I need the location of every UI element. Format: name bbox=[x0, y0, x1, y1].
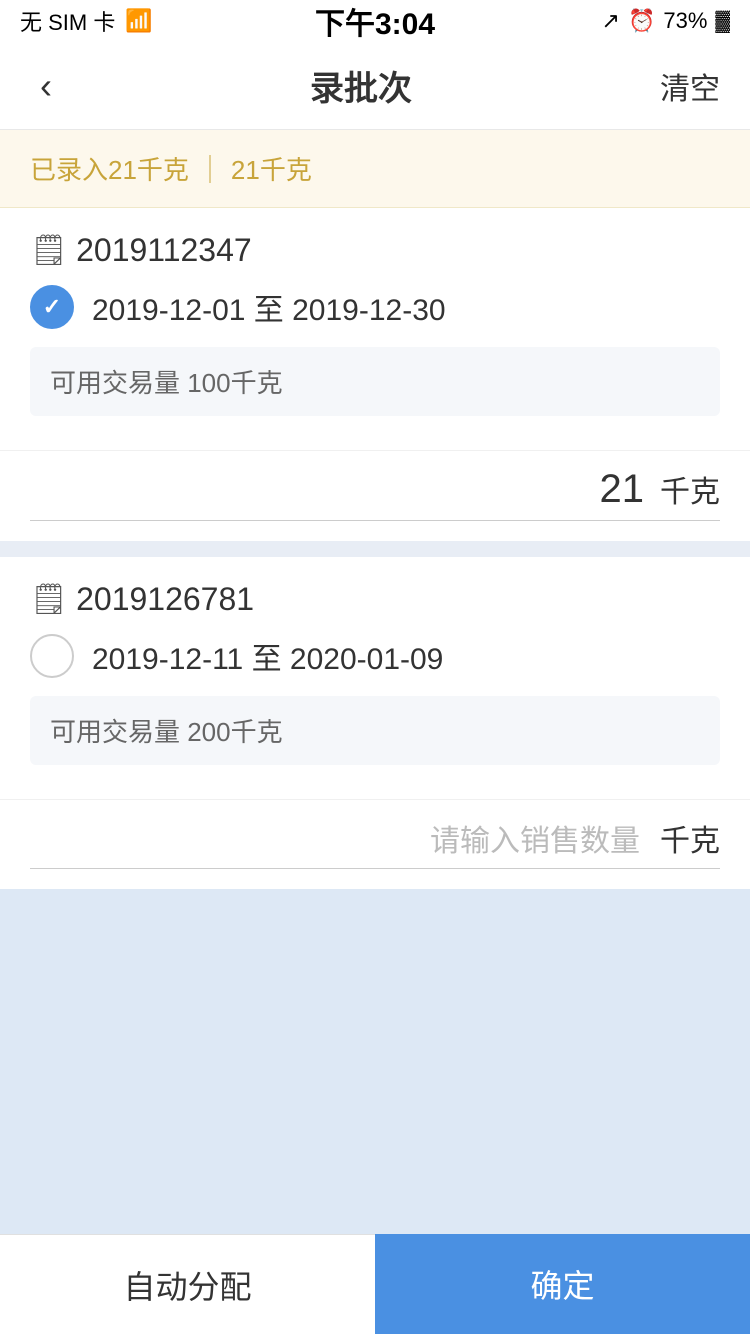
batch-date-text-2: 2019-12-11 至 2020-01-09 bbox=[92, 634, 443, 678]
radio-button-1[interactable]: ✓ bbox=[30, 285, 74, 329]
status-right: ↗ ⏰ 73% ▓ bbox=[602, 8, 730, 34]
no-sim-text: 无 SIM 卡 bbox=[20, 5, 115, 37]
status-left: 无 SIM 卡 📶 bbox=[20, 5, 153, 37]
batch-available-text-1: 可用交易量 100千克 bbox=[50, 368, 283, 398]
doc-icon-1: 🗒 bbox=[30, 233, 68, 268]
batch-card-1: 🗒 2019112347 ✓ 2019-12-01 至 2019-12-30 可… bbox=[0, 208, 750, 541]
battery-percent: 73% bbox=[663, 8, 707, 34]
batch-id-row-1: 🗒 2019112347 bbox=[30, 232, 720, 269]
batch-available-box-2: 可用交易量 200千克 bbox=[30, 696, 720, 765]
batch-card-1-inner: 🗒 2019112347 ✓ 2019-12-01 至 2019-12-30 可… bbox=[0, 208, 750, 446]
nav-bar: ‹ 录批次 清空 bbox=[0, 42, 750, 130]
input-placeholder-2: 请输入销售数量 bbox=[430, 816, 640, 860]
clear-button[interactable]: 清空 bbox=[660, 64, 720, 108]
input-unit-2: 千克 bbox=[660, 816, 720, 860]
status-bar: 无 SIM 卡 📶 下午3:04 ↗ ⏰ 73% ▓ bbox=[0, 0, 750, 42]
page-title: 录批次 bbox=[310, 61, 412, 110]
check-icon-1: ✓ bbox=[43, 294, 61, 320]
back-button[interactable]: ‹ bbox=[30, 55, 62, 117]
auto-distribute-button[interactable]: 自动分配 bbox=[0, 1234, 375, 1334]
batch-date-text-1: 2019-12-01 至 2019-12-30 bbox=[92, 285, 446, 329]
bottom-bar: 自动分配 确定 bbox=[0, 1234, 750, 1334]
batch-id-text-2: 2019126781 bbox=[76, 581, 254, 618]
batch-available-text-2: 可用交易量 200千克 bbox=[50, 717, 283, 747]
battery-icon: ▓ bbox=[715, 10, 730, 33]
card-padding-1 bbox=[0, 521, 750, 541]
batch-date-row-2[interactable]: 2019-12-11 至 2020-01-09 bbox=[30, 634, 720, 678]
summary-divider bbox=[209, 155, 211, 183]
quantity-unit-1: 千克 bbox=[660, 467, 720, 511]
location-icon: ↗ bbox=[602, 8, 620, 34]
summary-banner: 已录入21千克 21千克 bbox=[0, 130, 750, 208]
card-padding-2 bbox=[0, 869, 750, 889]
batch-card-2: 🗒 2019126781 2019-12-11 至 2020-01-09 可用交… bbox=[0, 557, 750, 889]
section-separator bbox=[0, 541, 750, 557]
wifi-icon: 📶 bbox=[125, 8, 152, 34]
batch-card-2-inner: 🗒 2019126781 2019-12-11 至 2020-01-09 可用交… bbox=[0, 557, 750, 795]
quantity-value-1: 21 bbox=[600, 467, 645, 512]
summary-label: 已录入21千克 bbox=[30, 150, 189, 187]
doc-icon-2: 🗒 bbox=[30, 582, 68, 617]
radio-button-2[interactable] bbox=[30, 634, 74, 678]
status-time: 下午3:04 bbox=[315, 0, 435, 43]
batch-id-text-1: 2019112347 bbox=[76, 232, 252, 269]
batch-available-box-1: 可用交易量 100千克 bbox=[30, 347, 720, 416]
input-quantity-row-2[interactable]: 请输入销售数量 千克 bbox=[0, 799, 750, 860]
batch-date-row-1[interactable]: ✓ 2019-12-01 至 2019-12-30 bbox=[30, 285, 720, 329]
alarm-icon: ⏰ bbox=[628, 8, 655, 34]
summary-value: 21千克 bbox=[231, 150, 312, 187]
confirm-button[interactable]: 确定 bbox=[375, 1234, 750, 1334]
page-body: 🗒 2019112347 ✓ 2019-12-01 至 2019-12-30 可… bbox=[0, 208, 750, 1329]
batch-id-row-2: 🗒 2019126781 bbox=[30, 581, 720, 618]
quantity-row-1: 21 千克 bbox=[0, 450, 750, 512]
